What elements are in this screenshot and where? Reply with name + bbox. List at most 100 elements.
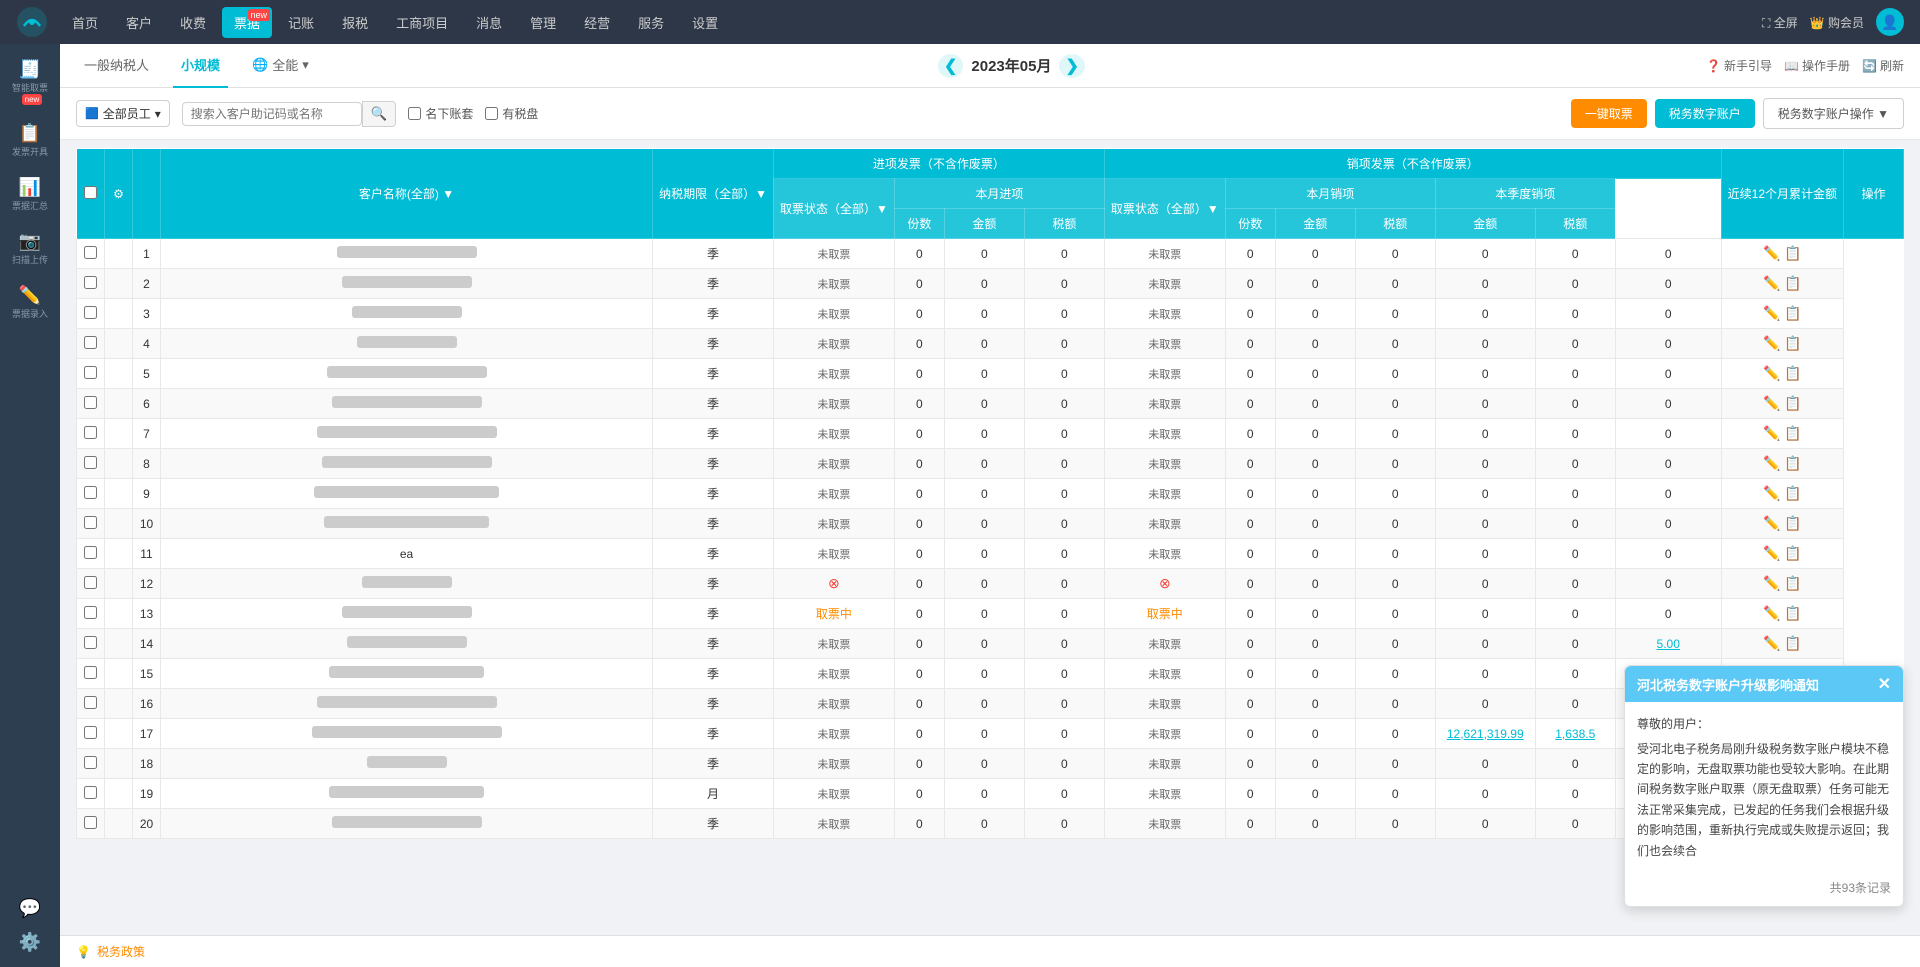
row-in-status[interactable]: 未取票 [773, 809, 894, 839]
row-client-name[interactable] [161, 599, 653, 629]
sidebar-item-ticket-summary[interactable]: 📊 票据汇总 [0, 170, 60, 220]
row-client-name[interactable] [161, 329, 653, 359]
row-checkbox[interactable] [77, 659, 105, 689]
edit-icon[interactable]: ✏️ [1763, 305, 1780, 321]
new-guide-btn[interactable]: ❓ 新手引导 [1706, 57, 1772, 74]
edit-icon[interactable]: ✏️ [1763, 455, 1780, 471]
row-checkbox[interactable] [77, 329, 105, 359]
row-checkbox[interactable] [77, 299, 105, 329]
row-client-name[interactable] [161, 569, 653, 599]
nav-tax[interactable]: 报税 [330, 7, 380, 38]
edit-icon[interactable]: ✏️ [1763, 335, 1780, 351]
row-out-status[interactable]: 未取票 [1104, 419, 1225, 449]
nav-manage[interactable]: 管理 [518, 7, 568, 38]
user-avatar[interactable]: 👤 [1876, 8, 1904, 36]
row-client-name[interactable] [161, 299, 653, 329]
row-out-status[interactable]: 未取票 [1104, 779, 1225, 809]
nav-settings[interactable]: 设置 [680, 7, 730, 38]
row-out-status[interactable]: 未取票 [1104, 539, 1225, 569]
row-out-status[interactable]: 未取票 [1104, 689, 1225, 719]
row-client-name[interactable] [161, 629, 653, 659]
row-in-status[interactable]: 未取票 [773, 659, 894, 689]
row-in-status[interactable]: 未取票 [773, 539, 894, 569]
tab-general-taxpayer[interactable]: 一般纳税人 [76, 44, 157, 88]
has-tax-checkbox[interactable] [485, 107, 498, 120]
row-out-status[interactable]: 未取票 [1104, 509, 1225, 539]
nav-home[interactable]: 首页 [60, 7, 110, 38]
row-client-name[interactable] [161, 389, 653, 419]
th-settings[interactable]: ⚙ [105, 149, 133, 239]
tax-digital-btn[interactable]: 税务数字账户 [1655, 99, 1755, 128]
sidebar-item-invoice-open[interactable]: 📋 发票开具 [0, 116, 60, 166]
row-in-status[interactable]: 未取票 [773, 359, 894, 389]
row-checkbox[interactable] [77, 629, 105, 659]
row-out-status[interactable]: 未取票 [1104, 479, 1225, 509]
row-client-name[interactable] [161, 419, 653, 449]
row-out-status[interactable]: ⊗ [1104, 569, 1225, 599]
row-client-name[interactable] [161, 659, 653, 689]
nav-service[interactable]: 服务 [626, 7, 676, 38]
copy-icon[interactable]: 📋 [1784, 245, 1801, 261]
edit-icon[interactable]: ✏️ [1763, 365, 1780, 381]
row-in-status[interactable]: 未取票 [773, 689, 894, 719]
copy-icon[interactable]: 📋 [1784, 605, 1801, 621]
row-in-status[interactable]: 未取票 [773, 389, 894, 419]
edit-icon[interactable]: ✏️ [1763, 545, 1780, 561]
nav-fee[interactable]: 收费 [168, 7, 218, 38]
row-in-status[interactable]: 未取票 [773, 629, 894, 659]
one-key-ticket-btn[interactable]: 一键取票 [1571, 99, 1647, 128]
row-client-name[interactable] [161, 749, 653, 779]
vip-btn[interactable]: 👑 购会员 [1810, 14, 1864, 31]
nav-operation[interactable]: 经营 [572, 7, 622, 38]
sidebar-item-ticket-entry[interactable]: ✏️ 票据录入 [0, 278, 60, 328]
row-out-status[interactable]: 未取票 [1104, 389, 1225, 419]
nav-bookkeeping[interactable]: 记账 [276, 7, 326, 38]
tab-all-capability[interactable]: 🌐 全能 ▾ [244, 44, 317, 88]
row-checkbox[interactable] [77, 599, 105, 629]
app-logo[interactable] [16, 6, 48, 38]
row-client-name[interactable] [161, 779, 653, 809]
name-under-checkbox-label[interactable]: 名下账套 [408, 105, 473, 122]
row-in-status[interactable]: 未取票 [773, 329, 894, 359]
row-checkbox[interactable] [77, 239, 105, 269]
row-out-status[interactable]: 未取票 [1104, 299, 1225, 329]
row-client-name[interactable] [161, 239, 653, 269]
th-in-status[interactable]: 取票状态（全部）▼ [773, 179, 894, 239]
row-checkbox[interactable] [77, 389, 105, 419]
edit-icon[interactable]: ✏️ [1763, 515, 1780, 531]
th-tax-period[interactable]: 纳税期限（全部）▼ [653, 149, 774, 239]
notification-close-btn[interactable]: ✕ [1878, 674, 1891, 694]
row-in-status[interactable]: 未取票 [773, 299, 894, 329]
row-in-status[interactable]: 未取票 [773, 449, 894, 479]
copy-icon[interactable]: 📋 [1784, 455, 1801, 471]
has-tax-checkbox-label[interactable]: 有税盘 [485, 105, 538, 122]
sidebar-item-smart-ticket[interactable]: 🧾 智能取票new [0, 52, 60, 112]
nav-message[interactable]: 消息 [464, 7, 514, 38]
row-checkbox[interactable] [77, 269, 105, 299]
next-month-btn[interactable]: ❯ [1059, 54, 1084, 78]
edit-icon[interactable]: ✏️ [1763, 635, 1780, 651]
row-checkbox[interactable] [77, 359, 105, 389]
sidebar-item-scan-upload[interactable]: 📷 扫描上传 [0, 224, 60, 274]
row-out-status[interactable]: 未取票 [1104, 659, 1225, 689]
edit-icon[interactable]: ✏️ [1763, 425, 1780, 441]
row-out-status[interactable]: 取票中 [1104, 599, 1225, 629]
edit-icon[interactable]: ✏️ [1763, 605, 1780, 621]
row-out-status[interactable]: 未取票 [1104, 749, 1225, 779]
copy-icon[interactable]: 📋 [1784, 545, 1801, 561]
nav-commerce[interactable]: 工商项目 [384, 7, 460, 38]
tax-policy-link[interactable]: 税务政策 [97, 943, 145, 960]
row-out-status[interactable]: 未取票 [1104, 629, 1225, 659]
row-out-status[interactable]: 未取票 [1104, 359, 1225, 389]
row-checkbox[interactable] [77, 479, 105, 509]
row-checkbox[interactable] [77, 569, 105, 599]
row-client-name[interactable] [161, 719, 653, 749]
th-out-status[interactable]: 取票状态（全部）▼ [1104, 179, 1225, 239]
tax-digital-op-btn[interactable]: 税务数字账户操作 ▼ [1763, 98, 1904, 129]
sidebar-item-chat[interactable]: 💬 [15, 891, 45, 925]
row-checkbox[interactable] [77, 779, 105, 809]
row-checkbox[interactable] [77, 449, 105, 479]
copy-icon[interactable]: 📋 [1784, 335, 1801, 351]
refresh-btn[interactable]: 🔄 刷新 [1862, 57, 1904, 74]
copy-icon[interactable]: 📋 [1784, 305, 1801, 321]
